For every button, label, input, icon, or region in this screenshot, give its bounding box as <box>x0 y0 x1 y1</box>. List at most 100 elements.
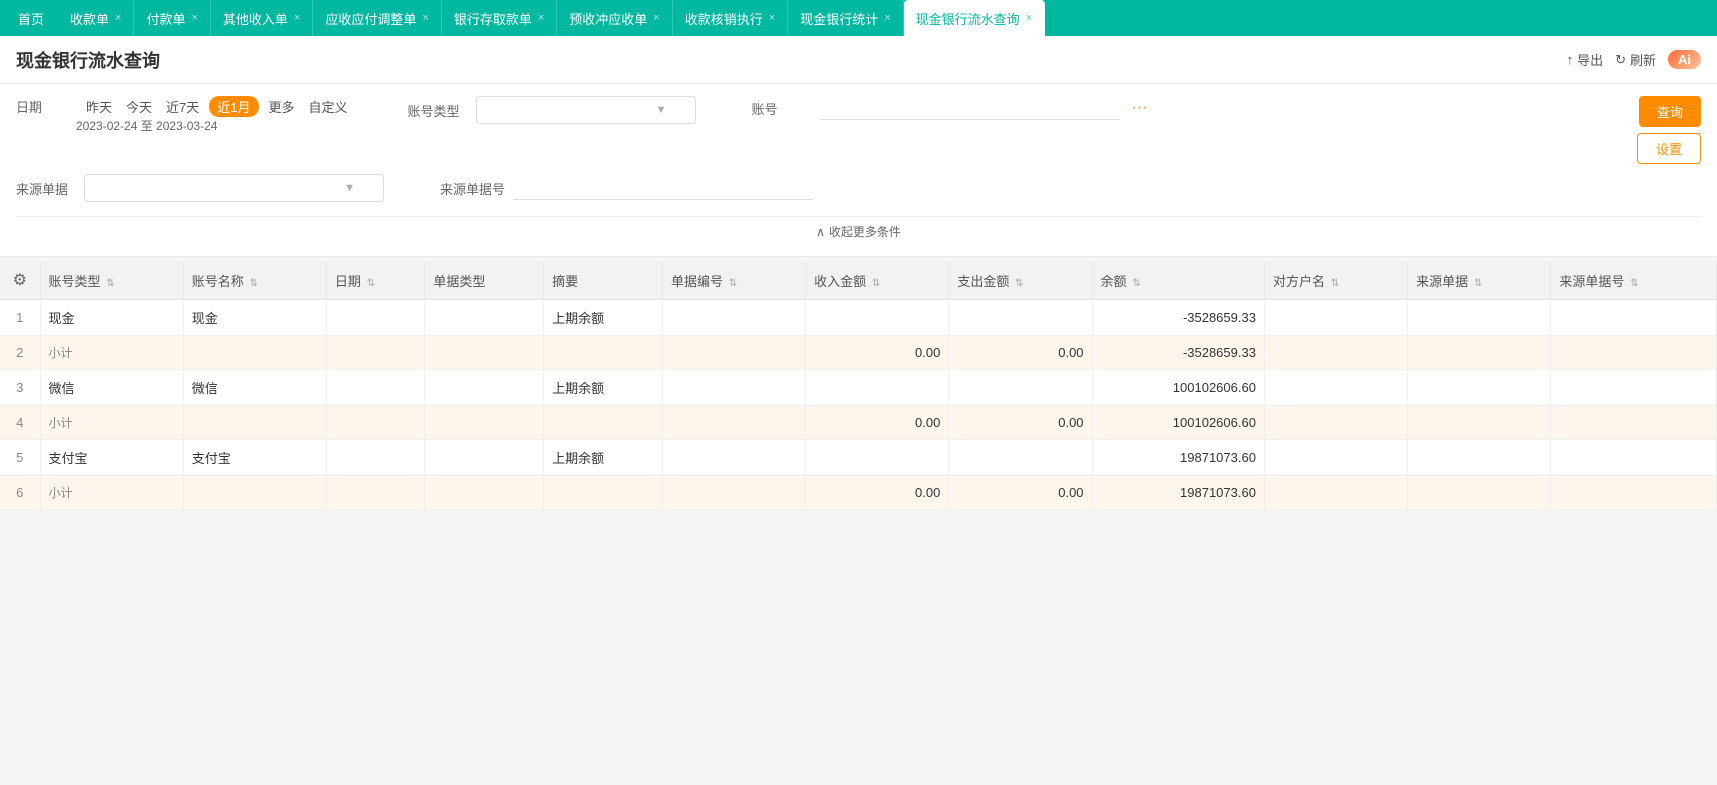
sort-icon-counterparty: ⇅ <box>1328 278 1339 289</box>
cell-counterparty <box>1264 406 1407 440</box>
cell-source_doc <box>1408 300 1551 336</box>
date-shortcut-近1月[interactable]: 近1月 <box>209 96 258 117</box>
cell-doc_no <box>662 370 805 406</box>
cell-doc_no <box>662 336 805 370</box>
cell-account_type: 小计 <box>40 336 183 370</box>
nav-tab-应收应付调整单[interactable]: 应收应付调整单× <box>313 0 441 36</box>
date-shortcut-自定义[interactable]: 自定义 <box>305 96 352 117</box>
chevron-down-icon-2: ▼ <box>344 182 355 194</box>
tab-close-icon[interactable]: × <box>294 12 300 24</box>
col-header-counterparty[interactable]: 对方户名 ⇅ <box>1264 261 1407 300</box>
top-navigation: 首页 收款单×付款单×其他收入单×应收应付调整单×银行存取款单×预收冲应收单×收… <box>0 0 1717 36</box>
tab-close-icon[interactable]: × <box>884 12 890 24</box>
nav-tab-银行存取款单[interactable]: 银行存取款单× <box>442 0 557 36</box>
col-header-source_doc[interactable]: 来源单据 ⇅ <box>1408 261 1551 300</box>
tab-close-icon[interactable]: × <box>191 12 197 24</box>
cell-balance: -3528659.33 <box>1092 336 1264 370</box>
ai-button[interactable]: Ai <box>1668 50 1701 69</box>
tab-close-icon[interactable]: × <box>422 12 428 24</box>
cell-account_type: 现金 <box>40 300 183 336</box>
cell-income <box>806 300 949 336</box>
sort-icon-source_doc: ⇅ <box>1471 278 1482 289</box>
cell-settings: 5 <box>0 440 40 476</box>
cell-balance: 19871073.60 <box>1092 476 1264 510</box>
chevron-down-icon: ▼ <box>656 104 667 116</box>
account-no-more-button[interactable]: ··· <box>1132 99 1148 117</box>
query-button[interactable]: 查询 <box>1639 96 1701 127</box>
col-header-income[interactable]: 收入金额 ⇅ <box>806 261 949 300</box>
cell-source_doc <box>1408 336 1551 370</box>
cell-doc_type <box>425 370 544 406</box>
cell-summary: 上期余额 <box>544 370 663 406</box>
col-header-summary: 摘要 <box>544 261 663 300</box>
nav-tab-收款核销执行[interactable]: 收款核销执行× <box>673 0 788 36</box>
nav-tab-付款单[interactable]: 付款单× <box>134 0 210 36</box>
table-row: 3微信微信上期余额100102606.60 <box>0 370 1717 406</box>
data-table: ⚙ 账号类型 ⇅账号名称 ⇅日期 ⇅单据类型摘要单据编号 ⇅收入金额 ⇅支出金额 … <box>0 261 1717 510</box>
cell-doc_type <box>425 336 544 370</box>
account-no-label: 账号 <box>752 99 812 118</box>
nav-tab-收款单[interactable]: 收款单× <box>58 0 134 36</box>
setting-button[interactable]: 设置 <box>1637 133 1701 164</box>
cell-income: 0.00 <box>806 336 949 370</box>
account-type-select[interactable]: ▼ <box>476 96 696 124</box>
cell-settings: 6 <box>0 476 40 510</box>
cell-account_name <box>183 406 326 440</box>
account-no-input[interactable] <box>820 96 1120 120</box>
source-doc-no-input[interactable] <box>513 176 813 200</box>
nav-tab-现金银行统计[interactable]: 现金银行统计× <box>788 0 903 36</box>
nav-tab-现金银行流水查询[interactable]: 现金银行流水查询× <box>904 0 1045 36</box>
cell-source_doc <box>1408 370 1551 406</box>
col-header-account_type[interactable]: 账号类型 ⇅ <box>40 261 183 300</box>
cell-counterparty <box>1264 300 1407 336</box>
cell-income: 0.00 <box>806 476 949 510</box>
cell-account_type: 小计 <box>40 406 183 440</box>
cell-summary: 上期余额 <box>544 440 663 476</box>
refresh-button[interactable]: ↻ 刷新 <box>1615 50 1656 69</box>
cell-income <box>806 370 949 406</box>
cell-balance: 100102606.60 <box>1092 370 1264 406</box>
cell-doc_no <box>662 406 805 440</box>
tab-close-icon[interactable]: × <box>653 12 659 24</box>
tab-close-icon[interactable]: × <box>115 12 121 24</box>
date-label: 日期 <box>16 97 76 116</box>
cell-account_type: 支付宝 <box>40 440 183 476</box>
gear-icon[interactable]: ⚙ <box>13 272 27 289</box>
date-shortcut-更多[interactable]: 更多 <box>265 96 299 117</box>
export-button[interactable]: ↑ 导出 <box>1567 50 1604 69</box>
nav-home[interactable]: 首页 <box>4 0 58 36</box>
nav-tab-其他收入单[interactable]: 其他收入单× <box>211 0 313 36</box>
date-shortcut-昨天[interactable]: 昨天 <box>82 96 116 117</box>
tab-close-icon[interactable]: × <box>1026 12 1032 24</box>
filter-area: 日期 昨天今天近7天近1月更多自定义 2023-02-24 至 2023-03-… <box>0 84 1717 257</box>
cell-account_name: 微信 <box>183 370 326 406</box>
col-header-expense[interactable]: 支出金额 ⇅ <box>949 261 1092 300</box>
cell-income <box>806 440 949 476</box>
sort-icon-date: ⇅ <box>364 278 375 289</box>
nav-tab-预收冲应收单[interactable]: 预收冲应收单× <box>557 0 672 36</box>
col-header-date[interactable]: 日期 ⇅ <box>326 261 424 300</box>
tab-close-icon[interactable]: × <box>769 12 775 24</box>
tab-close-icon[interactable]: × <box>538 12 544 24</box>
date-shortcut-近7天[interactable]: 近7天 <box>162 96 203 117</box>
cell-doc_no <box>662 300 805 336</box>
table-container: ⚙ 账号类型 ⇅账号名称 ⇅日期 ⇅单据类型摘要单据编号 ⇅收入金额 ⇅支出金额 … <box>0 261 1717 510</box>
table-row: 5支付宝支付宝上期余额19871073.60 <box>0 440 1717 476</box>
collapse-button[interactable]: ∧ 收起更多条件 <box>816 223 901 240</box>
date-range: 2023-02-24 至 2023-03-24 <box>76 119 217 133</box>
col-header-account_name[interactable]: 账号名称 ⇅ <box>183 261 326 300</box>
col-header-doc_no[interactable]: 单据编号 ⇅ <box>662 261 805 300</box>
cell-date <box>326 370 424 406</box>
source-doc-select[interactable]: ▼ <box>84 174 384 202</box>
col-header-source_doc_no[interactable]: 来源单据号 ⇅ <box>1551 261 1717 300</box>
col-header-balance[interactable]: 余额 ⇅ <box>1092 261 1264 300</box>
cell-expense <box>949 300 1092 336</box>
header-actions: ↑ 导出 ↻ 刷新 Ai <box>1567 50 1701 69</box>
date-shortcuts: 昨天今天近7天近1月更多自定义 <box>82 96 352 117</box>
cell-summary <box>544 406 663 440</box>
cell-date <box>326 336 424 370</box>
cell-counterparty <box>1264 336 1407 370</box>
cell-source_doc_no <box>1551 370 1717 406</box>
col-header-doc_type: 单据类型 <box>425 261 544 300</box>
date-shortcut-今天[interactable]: 今天 <box>122 96 156 117</box>
